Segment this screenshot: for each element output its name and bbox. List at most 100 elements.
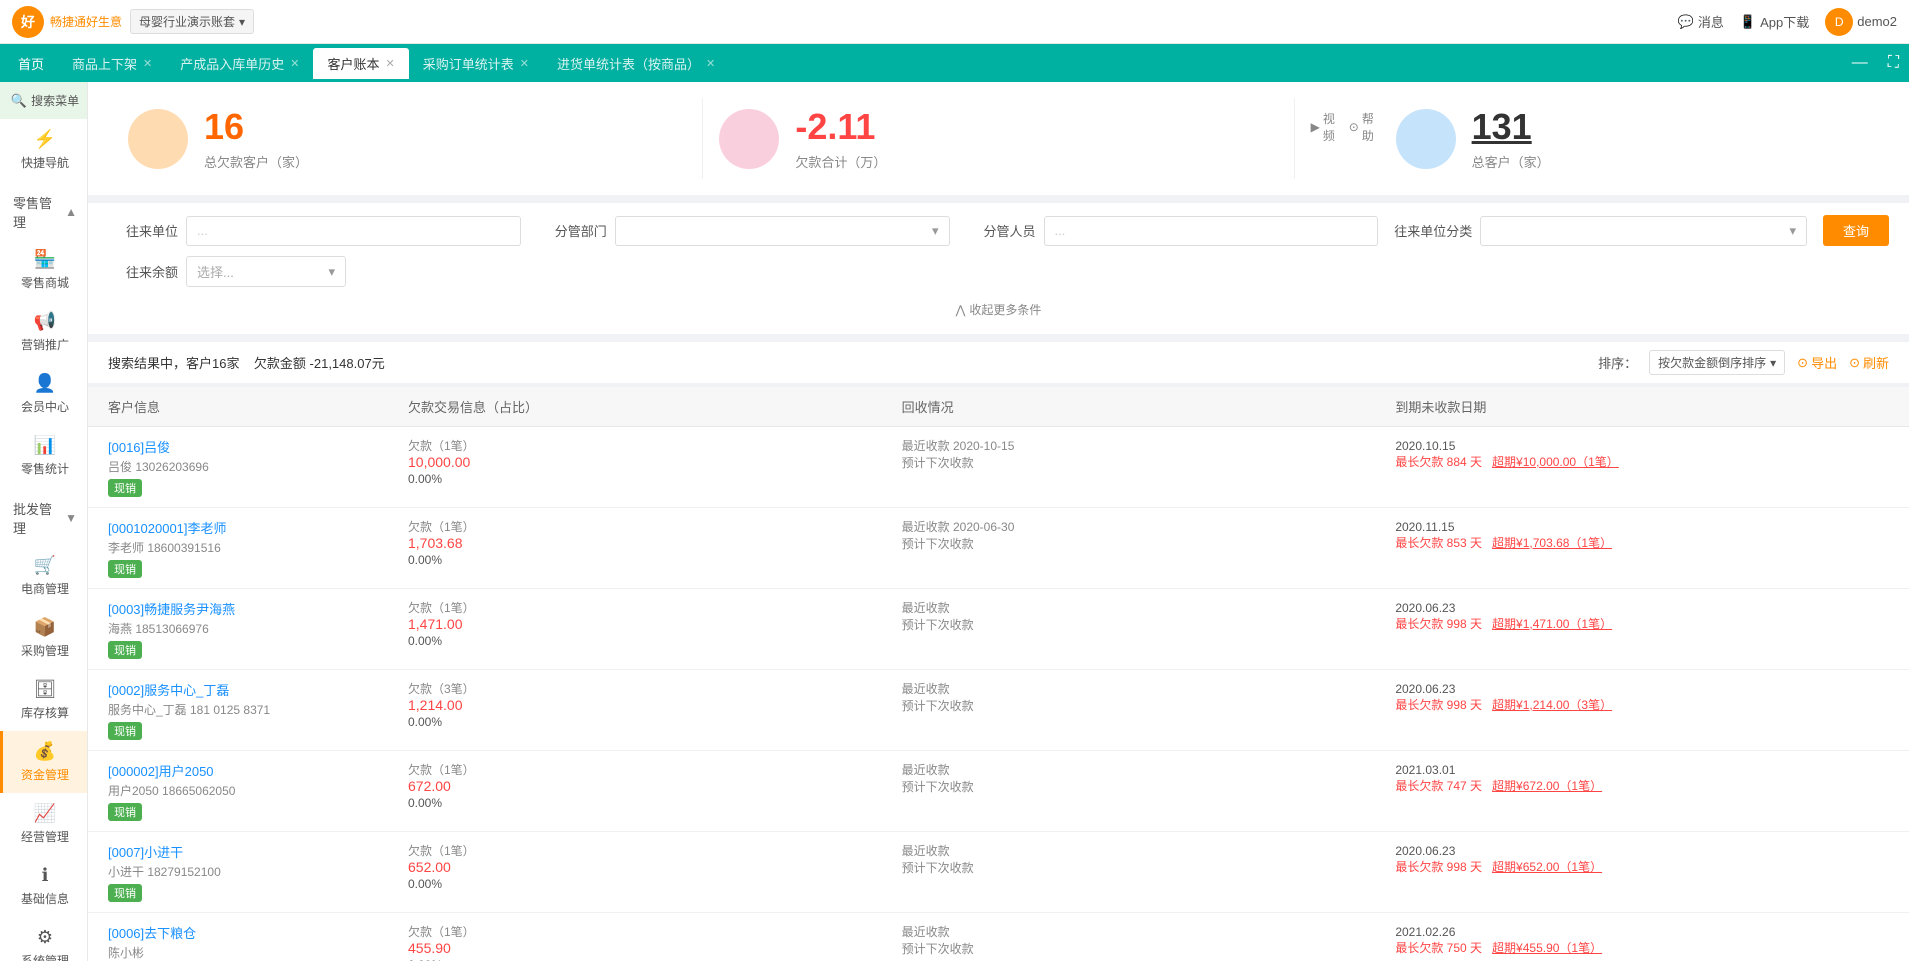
sidebar-item-purchase[interactable]: 📦 采购管理 — [0, 607, 87, 669]
message-icon: 💬 — [1678, 14, 1694, 30]
message-button[interactable]: 💬 消息 — [1678, 12, 1724, 31]
sidebar-item-ecommerce[interactable]: 🛒 电商管理 — [0, 545, 87, 607]
customer-name-link[interactable]: [0001020001]李老师 — [108, 521, 227, 536]
customer-name-link[interactable]: [0002]服务中心_丁磊 — [108, 683, 229, 698]
tab-products[interactable]: 商品上下架 ✕ — [58, 48, 166, 79]
sidebar-item-capital[interactable]: 💰 资金管理 — [0, 731, 87, 793]
debt-info-cell: 欠款（1笔） 652.00 0.00% — [408, 842, 902, 891]
customer-info-cell: [0001020001]李老师 李老师 18600391516 现销 — [108, 518, 408, 578]
overdue-amount-link[interactable]: 超期¥1,471.00（1笔） — [1492, 617, 1612, 631]
table-row: [0016]吕俊 吕俊 13026203696 现销 欠款（1笔） 10,000… — [88, 427, 1909, 508]
tab-minimize-icon[interactable]: — — [1846, 52, 1874, 74]
branch-person-input[interactable]: ... — [1044, 216, 1379, 246]
tab-purchase-stats[interactable]: 采购订单统计表 ✕ — [409, 48, 543, 79]
collection-cell: 最近收款 2020-06-30 预计下次收款 — [902, 518, 1396, 552]
customer-name-link[interactable]: [0016]吕俊 — [108, 440, 170, 455]
filter-from-unit-category: 往来单位分类 ▾ — [1394, 216, 1807, 246]
customer-name-link[interactable]: [0006]去下粮仓 — [108, 926, 196, 941]
sidebar-quick-nav[interactable]: ⚡ 快捷导航 — [0, 119, 87, 181]
customer-contact: 服务中心_丁磊 181 0125 8371 — [108, 701, 408, 718]
stat-top-right: ▶ 视频 ⊙ 帮助 — [1311, 110, 1380, 144]
overdue-cell: 2021.03.01 最长欠款 747 天 超期¥672.00（1笔） — [1395, 761, 1889, 794]
sidebar-item-basic-info[interactable]: ℹ 基础信息 — [0, 855, 87, 917]
sidebar-item-retail-mall[interactable]: 🏪 零售商城 — [0, 239, 87, 301]
help-link[interactable]: ⊙ 帮助 — [1349, 110, 1380, 144]
col-debt-info: 欠款交易信息（占比） — [408, 397, 902, 416]
table-header: 客户信息 欠款交易信息（占比） 回收情况 到期未收款日期 — [88, 387, 1909, 427]
top-right: 💬 消息 📱 App下载 D demo2 — [1678, 8, 1897, 36]
app-container: 好 畅捷通好生意 母婴行业演示账套 ▾ 💬 消息 📱 App下载 D demo2… — [0, 0, 1909, 961]
customer-name-link[interactable]: [0007]小进干 — [108, 845, 183, 860]
customer-contact: 海燕 18513066976 — [108, 620, 408, 637]
from-unit-balance-select[interactable]: 选择... ▾ — [186, 256, 346, 287]
stat-card-total-customers: ▶ 视频 ⊙ 帮助 131 总 — [1295, 98, 1885, 179]
debt-info-cell: 欠款（1笔） 10,000.00 0.00% — [408, 437, 902, 486]
close-icon[interactable]: ✕ — [143, 57, 152, 70]
collapse-row: ⋀ 收起更多条件 — [108, 297, 1889, 322]
filter-row-2: 往来余额 选择... ▾ — [108, 256, 1889, 287]
chevron-down-icon: ▾ — [932, 223, 939, 239]
sidebar-item-marketing[interactable]: 📢 营销推广 — [0, 301, 87, 363]
col-overdue-date: 到期未收款日期 — [1395, 397, 1889, 416]
overdue-amount-link[interactable]: 超期¥672.00（1笔） — [1492, 779, 1602, 793]
sort-select[interactable]: 按欠款金额倒序排序 ▾ — [1649, 350, 1785, 375]
customer-contact: 用户2050 18665062050 — [108, 782, 408, 799]
from-unit-input[interactable]: ... — [186, 216, 521, 246]
sidebar-item-inventory[interactable]: 🗄 库存核算 — [0, 669, 87, 731]
sidebar-item-operation[interactable]: 📈 经营管理 — [0, 793, 87, 855]
total-customers-inner: 131 总客户（家） — [1396, 106, 1869, 171]
video-link[interactable]: ▶ 视频 — [1311, 110, 1341, 144]
refresh-button[interactable]: ⊙ 刷新 — [1849, 353, 1889, 372]
content-area: 🔍 搜索菜单 ⚡ 快捷导航 零售管理 ▲ 🏪 零售商城 📢 营销推广 👤 — [0, 82, 1909, 961]
table-row: [0006]去下粮仓 陈小彬 现销 欠款（1笔） 455.90 0.00% 最近… — [88, 913, 1909, 961]
overdue-amount-link[interactable]: 超期¥1,703.68（1笔） — [1492, 536, 1612, 550]
collapse-button[interactable]: ⋀ 收起更多条件 — [956, 301, 1042, 318]
overdue-cell: 2020.06.23 最长欠款 998 天 超期¥1,214.00（3笔） — [1395, 680, 1889, 713]
filter-from-unit: 往来单位 ... — [108, 216, 521, 246]
sidebar-item-retail-stats[interactable]: 📊 零售统计 — [0, 425, 87, 487]
close-icon[interactable]: ✕ — [386, 57, 395, 70]
sidebar-item-system[interactable]: ⚙ 系统管理 — [0, 917, 87, 961]
overdue-amount-link[interactable]: 超期¥455.90（1笔） — [1492, 941, 1602, 955]
chevron-down-icon: ▾ — [239, 15, 245, 29]
close-icon[interactable]: ✕ — [520, 57, 529, 70]
overdue-amount-link[interactable]: 超期¥10,000.00（1笔） — [1492, 455, 1619, 469]
close-icon[interactable]: ✕ — [290, 57, 299, 70]
customer-contact: 吕俊 13026203696 — [108, 458, 408, 475]
tab-instock-stats[interactable]: 进货单统计表（按商品） ✕ — [543, 48, 729, 79]
app-selector[interactable]: 母婴行业演示账套 ▾ — [130, 9, 254, 34]
tab-customer-account[interactable]: 客户账本 ✕ — [313, 48, 408, 79]
filter-bar: 往来单位 ... 分管部门 ▾ 分管人员 — [88, 203, 1909, 334]
sidebar: 🔍 搜索菜单 ⚡ 快捷导航 零售管理 ▲ 🏪 零售商城 📢 营销推广 👤 — [0, 82, 88, 961]
sidebar-item-batch-management[interactable]: 批发管理 ▼ — [0, 491, 87, 545]
overdue-amount-link[interactable]: 超期¥1,214.00（3笔） — [1492, 698, 1612, 712]
debt-info-cell: 欠款（1笔） 1,703.68 0.00% — [408, 518, 902, 567]
tab-production[interactable]: 产成品入库单历史 ✕ — [166, 48, 313, 79]
from-unit-category-select[interactable]: ▾ — [1480, 216, 1807, 246]
tab-maximize-icon[interactable]: ⛶ — [1882, 52, 1905, 74]
export-button[interactable]: ⊙ 导出 — [1797, 353, 1837, 372]
collection-cell: 最近收款 预计下次收款 — [902, 923, 1396, 957]
sidebar-item-member[interactable]: 👤 会员中心 — [0, 363, 87, 425]
main-content: 16 总欠款客户（家） -2.11 欠款合计（万） — [88, 82, 1909, 961]
app-download-button[interactable]: 📱 App下载 — [1740, 12, 1809, 31]
close-icon[interactable]: ✕ — [706, 57, 715, 70]
customer-badge: 现销 — [108, 560, 142, 578]
sidebar-search[interactable]: 🔍 搜索菜单 — [0, 82, 87, 119]
search-button[interactable]: 查询 — [1823, 215, 1889, 246]
stat-info-total-customers: 131 总客户（家） — [1472, 106, 1869, 171]
table-row: [0002]服务中心_丁磊 服务中心_丁磊 181 0125 8371 现销 欠… — [88, 670, 1909, 751]
customer-info-cell: [000002]用户2050 用户2050 18665062050 现销 — [108, 761, 408, 821]
filter-row-1: 往来单位 ... 分管部门 ▾ 分管人员 — [108, 215, 1889, 246]
overdue-amount-link[interactable]: 超期¥652.00（1笔） — [1492, 860, 1602, 874]
customer-name-link[interactable]: [000002]用户2050 — [108, 764, 214, 779]
logo-icon: 好 — [12, 6, 44, 38]
tab-home[interactable]: 首页 — [4, 48, 58, 79]
table-row: [0001020001]李老师 李老师 18600391516 现销 欠款（1笔… — [88, 508, 1909, 589]
branch-dept-select[interactable]: ▾ — [615, 216, 950, 246]
customer-contact: 李老师 18600391516 — [108, 539, 408, 556]
user-menu[interactable]: D demo2 — [1825, 8, 1897, 36]
video-icon: ▶ — [1311, 120, 1320, 134]
sidebar-item-retail-management[interactable]: 零售管理 ▲ — [0, 185, 87, 239]
customer-name-link[interactable]: [0003]畅捷服务尹海燕 — [108, 602, 235, 617]
